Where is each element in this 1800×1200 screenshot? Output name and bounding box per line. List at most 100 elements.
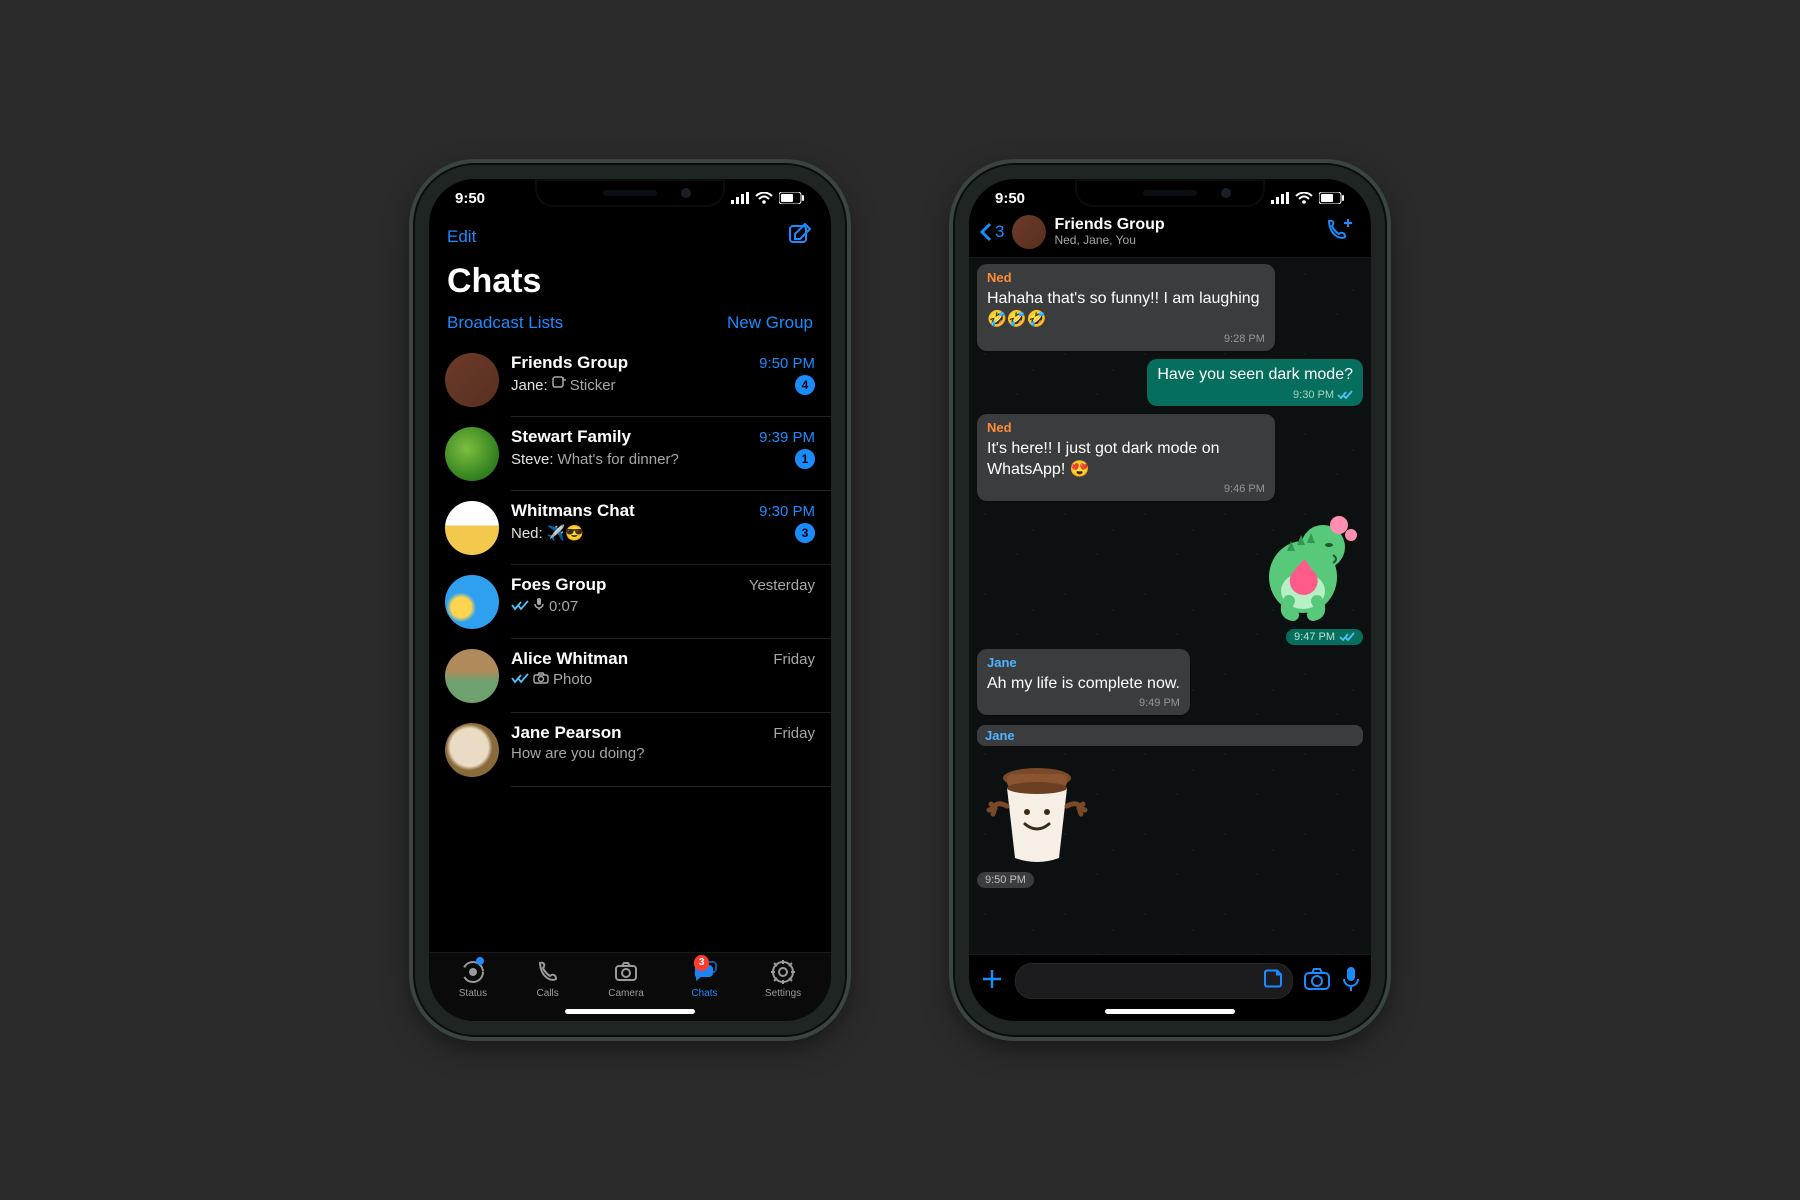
sender-pill: Jane (977, 725, 1363, 746)
unread-badge: 4 (795, 375, 815, 395)
avatar[interactable] (445, 427, 499, 481)
avatar[interactable] (445, 575, 499, 629)
chat-time: 9:39 PM (759, 429, 815, 446)
group-members: Ned, Jane, You (1054, 234, 1317, 248)
chat-preview-text: Photo (553, 671, 592, 688)
message-input[interactable] (1015, 963, 1293, 999)
unread-badge: 1 (795, 449, 815, 469)
tab-camera[interactable]: Camera (608, 959, 644, 999)
phone-left: 9:50 Edit Chats Broadcast Lists Ne (415, 165, 845, 1035)
msg-text: Ah my life is complete now. (987, 675, 1180, 692)
phone-right: 9:50 3 Friends Group Ned, Jane, (955, 165, 1385, 1035)
coffee-cup-sticker-icon (977, 748, 1097, 868)
notch (1075, 179, 1265, 207)
new-group-link[interactable]: New Group (727, 313, 813, 333)
chat-row[interactable]: Stewart Family 9:39 PM Steve:What's for di… (429, 417, 831, 491)
camera-icon[interactable] (1303, 967, 1331, 996)
chat-sender: Ned: (511, 525, 543, 542)
tab-label: Chats (691, 988, 717, 999)
stage: 9:50 Edit Chats Broadcast Lists Ne (0, 0, 1800, 1200)
tab-label: Camera (608, 988, 644, 999)
sticker-icon (552, 376, 566, 394)
chat-row[interactable]: Whitmans Chat9:30 PMNed:✈️😎3 (429, 491, 831, 565)
edit-link[interactable]: Edit (447, 227, 476, 247)
dino-sticker-icon (1243, 505, 1363, 625)
status-time: 9:50 (995, 190, 1025, 207)
group-avatar[interactable] (1012, 215, 1046, 249)
chat-row[interactable]: Friends Group 9:50 PM Jane: Sticker 4 (429, 343, 831, 417)
thread-title[interactable]: Friends Group Ned, Jane, You (1054, 216, 1317, 248)
wifi-icon (1295, 192, 1313, 204)
msg-time: 9:49 PM (987, 696, 1180, 710)
camera-icon (533, 671, 549, 688)
tab-label: Status (459, 988, 487, 999)
message-incoming[interactable]: Ned Hahaha that's so funny!! I am laughi… (977, 264, 1275, 351)
compose-icon[interactable] (787, 221, 813, 252)
chat-time: Yesterday (749, 577, 815, 594)
avatar[interactable] (445, 649, 499, 703)
notch (535, 179, 725, 207)
battery-icon (1319, 192, 1345, 204)
unread-badge: 3 (795, 523, 815, 543)
msg-sender: Ned (987, 270, 1265, 287)
broadcast-lists-link[interactable]: Broadcast Lists (447, 313, 563, 333)
chat-preview: Steve:What's for dinner? (511, 451, 679, 468)
chat-preview: Ned:✈️😎 (511, 524, 584, 542)
msg-sender: Jane (987, 655, 1180, 672)
plus-icon[interactable] (979, 966, 1005, 997)
sticker-incoming[interactable]: 9:50 PM (977, 748, 1363, 888)
chat-preview-text: ✈️😎 (547, 524, 584, 542)
msg-time: 9:30 PM (1157, 388, 1353, 402)
cellular-icon (731, 192, 749, 204)
chat-row[interactable]: Alice WhitmanFridayPhoto (429, 639, 831, 713)
chat-preview: How are you doing? (511, 745, 644, 762)
read-ticks-icon (511, 598, 529, 615)
call-add-icon[interactable] (1325, 217, 1361, 248)
read-ticks-icon (511, 671, 529, 688)
chat-preview-text: Sticker (570, 377, 616, 394)
wifi-icon (755, 192, 773, 204)
tab-settings[interactable]: Settings (765, 959, 801, 999)
chat-name: Jane Pearson (511, 723, 622, 743)
mic-icon (533, 597, 545, 615)
chat-time: 9:50 PM (759, 355, 815, 372)
message-outgoing[interactable]: Have you seen dark mode? 9:30 PM (1147, 359, 1363, 406)
chat-name: Stewart Family (511, 427, 631, 447)
chat-time: Friday (773, 725, 815, 742)
group-name: Friends Group (1054, 216, 1317, 234)
chat-sender: Steve: (511, 451, 554, 468)
tab-calls[interactable]: Calls (535, 959, 561, 999)
tab-label: Calls (537, 988, 559, 999)
avatar[interactable] (445, 723, 499, 777)
tab-status[interactable]: Status (459, 959, 487, 999)
message-incoming[interactable]: Jane Ah my life is complete now. 9:49 PM (977, 649, 1190, 715)
stickers-icon[interactable] (1262, 968, 1284, 995)
avatar[interactable] (445, 501, 499, 555)
status-time: 9:50 (455, 190, 485, 207)
cellular-icon (1271, 192, 1289, 204)
chat-row[interactable]: Foes GroupYesterday0:07 (429, 565, 831, 639)
chat-preview: Photo (511, 671, 592, 688)
msg-time: 9:28 PM (987, 332, 1265, 346)
home-indicator[interactable] (565, 1009, 695, 1014)
home-indicator[interactable] (1105, 1009, 1235, 1014)
battery-icon (779, 192, 805, 204)
chat-preview-text: How are you doing? (511, 745, 644, 762)
chat-row[interactable]: Jane Pearson Friday How are you doing? (429, 713, 831, 787)
chat-name: Foes Group (511, 575, 606, 595)
back-button[interactable]: 3 (979, 222, 1004, 242)
message-incoming[interactable]: Ned It's here!! I just got dark mode on … (977, 414, 1275, 501)
tab-chats[interactable]: Chats 3 (691, 959, 717, 999)
chat-name: Friends Group (511, 353, 628, 373)
avatar[interactable] (445, 353, 499, 407)
chat-preview: Jane: Sticker (511, 376, 616, 394)
chat-sender: Jane: (511, 377, 548, 394)
chat-time: 9:30 PM (759, 503, 815, 520)
sticker-outgoing[interactable]: 9:47 PM (977, 505, 1363, 645)
mic-icon[interactable] (1341, 965, 1361, 998)
chat-preview-text: What's for dinner? (558, 451, 679, 468)
sticker-time: 9:50 PM (977, 872, 1034, 888)
read-ticks-icon (1337, 390, 1353, 400)
msg-text: It's here!! I just got dark mode on What… (987, 440, 1220, 478)
page-title: Chats (429, 252, 831, 307)
